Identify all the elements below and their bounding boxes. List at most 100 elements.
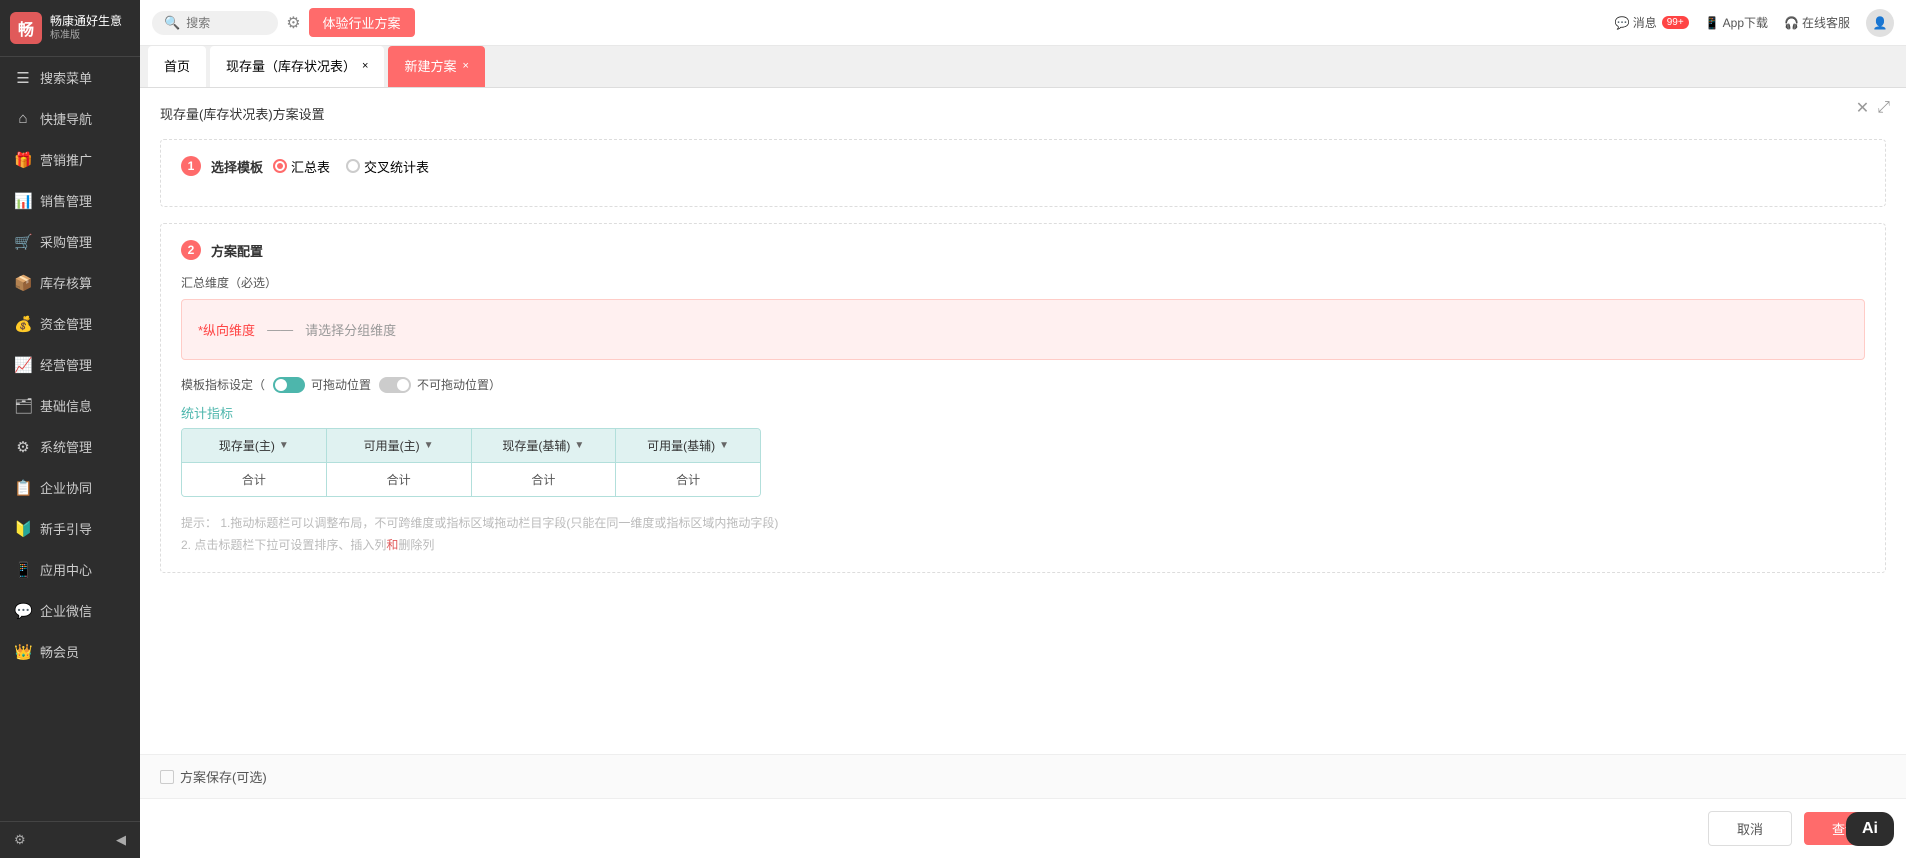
topbar: 🔍 ⚙ 体验行业方案 💬 消息 99+ 📱 App下载 🎧 在线客服 👤	[140, 0, 1906, 46]
nav-icon-app-center: 📱	[14, 561, 32, 579]
nav-label-inventory: 库存核算	[40, 273, 92, 292]
stat-table: 现存量(主) ▼可用量(主) ▼现存量(基辅) ▼可用量(基辅) ▼ 合计合计合…	[181, 428, 761, 497]
nav-icon-quick-nav: ⌂	[14, 110, 32, 127]
tab-close-new-scheme[interactable]: ×	[462, 60, 468, 72]
save-checkbox[interactable]	[160, 770, 174, 784]
nav-label-member: 畅会员	[40, 642, 79, 661]
section-2-title: 方案配置	[211, 241, 263, 260]
tab-home[interactable]: 首页	[148, 46, 206, 87]
trial-btn[interactable]: 体验行业方案	[309, 8, 415, 37]
app-download-btn[interactable]: 📱 App下载	[1705, 14, 1768, 31]
nav-label-finance: 资金管理	[40, 314, 92, 333]
sidebar-nav: ☰ 搜索菜单⌂ 快捷导航🎁 营销推广📊 销售管理🛒 采购管理📦 库存核算💰 资金…	[0, 57, 140, 821]
sidebar-item-quick-nav[interactable]: ⌂ 快捷导航	[0, 98, 140, 139]
radio-summary[interactable]: 汇总表	[273, 157, 330, 176]
stat-cell-0: 合计	[182, 463, 327, 496]
message-btn[interactable]: 💬 消息 99+	[1615, 14, 1689, 31]
settings-icon[interactable]: ⚙	[286, 13, 300, 33]
stat-col-header-0[interactable]: 现存量(主) ▼	[182, 429, 327, 462]
stat-col-label-0: 现存量(主)	[219, 437, 275, 454]
bottom-bar: 方案保存(可选)	[140, 754, 1906, 798]
section-1-header: 1 选择模板 汇总表交叉统计表	[181, 156, 1865, 176]
save-checkbox-item[interactable]: 方案保存(可选)	[160, 767, 267, 786]
sidebar-item-inventory[interactable]: 📦 库存核算	[0, 262, 140, 303]
app-logo-text: 畅康通好生意 标准版	[50, 14, 122, 43]
radio-label-cross: 交叉统计表	[364, 157, 429, 176]
content-scroll: ✕ ⤢ 现存量(库存状况表)方案设置 1 选择模板 汇总表交叉统计表 2 方案配…	[140, 88, 1906, 858]
tab-inventory[interactable]: 现存量（库存状况表）×	[210, 46, 384, 87]
sidebar-item-app-center[interactable]: 📱 应用中心	[0, 549, 140, 590]
radio-dot-cross	[346, 159, 360, 173]
ai-bubble[interactable]: Ai	[1846, 812, 1894, 846]
tab-new-scheme[interactable]: 新建方案 ×	[388, 46, 484, 87]
sidebar-item-finance[interactable]: 💰 资金管理	[0, 303, 140, 344]
sidebar-item-guide[interactable]: 🔰 新手引导	[0, 508, 140, 549]
section-1-title: 选择模板	[211, 157, 263, 176]
stat-col-label-3: 可用量(基辅)	[647, 437, 715, 454]
expand-panel-icon[interactable]: ⤢	[1877, 99, 1890, 117]
template-radio-group: 汇总表 交叉统计表	[273, 157, 429, 176]
nav-icon-wechat: 💬	[14, 602, 32, 620]
sidebar-item-marketing[interactable]: 🎁 营销推广	[0, 139, 140, 180]
sidebar-item-search-menu[interactable]: ☰ 搜索菜单	[0, 57, 140, 98]
tip-line: 提示： 1.拖动标题栏可以调整布局，不可跨维度或指标区域拖动栏目字段(只能在同一…	[181, 513, 1865, 535]
stat-col-header-2[interactable]: 现存量(基辅) ▼	[472, 429, 617, 462]
stat-col-header-1[interactable]: 可用量(主) ▼	[327, 429, 472, 462]
user-avatar[interactable]: 👤	[1866, 9, 1894, 37]
stat-col-chevron-1[interactable]: ▼	[424, 440, 434, 451]
indicator-label-text: 模板指标设定（	[181, 376, 265, 393]
nav-icon-basic-info: 🗂	[14, 397, 32, 415]
aggregate-label: 汇总维度（必选）	[181, 274, 1865, 291]
footer-buttons: 取消 查询	[140, 798, 1906, 858]
search-icon: 🔍	[164, 15, 180, 31]
nav-label-quick-nav: 快捷导航	[40, 109, 92, 128]
section-2: 2 方案配置 汇总维度（必选） *纵向维度 —— 请选择分组维度 模板指标设定（	[160, 223, 1886, 573]
sidebar-item-purchase[interactable]: 🛒 采购管理	[0, 221, 140, 262]
online-service-btn[interactable]: 🎧 在线客服	[1784, 14, 1850, 31]
sidebar-item-sales[interactable]: 📊 销售管理	[0, 180, 140, 221]
dimension-placeholder[interactable]: 请选择分组维度	[305, 320, 396, 339]
stat-col-chevron-0[interactable]: ▼	[279, 440, 289, 451]
tab-close-inventory[interactable]: ×	[362, 60, 368, 72]
section-2-header: 2 方案配置	[181, 240, 1865, 260]
close-panel-icon[interactable]: ✕	[1856, 98, 1869, 118]
section-2-num: 2	[181, 240, 201, 260]
nav-icon-marketing: 🎁	[14, 151, 32, 169]
stat-col-header-3[interactable]: 可用量(基辅) ▼	[616, 429, 760, 462]
stat-cell-1: 合计	[327, 463, 472, 496]
headset-icon: 🎧	[1784, 16, 1799, 30]
sidebar: 畅 畅康通好生意 标准版 ☰ 搜索菜单⌂ 快捷导航🎁 营销推广📊 销售管理🛒 采…	[0, 0, 140, 858]
sidebar-logo: 畅 畅康通好生意 标准版	[0, 0, 140, 57]
main-area: 🔍 ⚙ 体验行业方案 💬 消息 99+ 📱 App下载 🎧 在线客服 👤	[140, 0, 1906, 858]
nav-label-search-menu: 搜索菜单	[40, 68, 92, 87]
stat-col-chevron-3[interactable]: ▼	[719, 440, 729, 451]
toggle-off[interactable]: 不可拖动位置）	[379, 376, 501, 393]
sidebar-item-wechat[interactable]: 💬 企业微信	[0, 590, 140, 631]
nav-icon-member: 👑	[14, 643, 32, 661]
sidebar-item-agreement[interactable]: 📋 企业协同	[0, 467, 140, 508]
content-area: ✕ ⤢ 现存量(库存状况表)方案设置 1 选择模板 汇总表交叉统计表 2 方案配…	[140, 88, 1906, 754]
sidebar-item-operations[interactable]: 📈 经营管理	[0, 344, 140, 385]
cancel-button[interactable]: 取消	[1708, 811, 1792, 846]
nav-label-sales: 销售管理	[40, 191, 92, 210]
search-box[interactable]: 🔍	[152, 11, 278, 35]
toggle-on[interactable]: 可拖动位置	[273, 376, 371, 393]
stat-col-chevron-2[interactable]: ▼	[574, 440, 584, 451]
nav-label-app-center: 应用中心	[40, 560, 92, 579]
stat-col-label-2: 现存量(基辅)	[502, 437, 570, 454]
nav-icon-operations: 📈	[14, 356, 32, 374]
sidebar-item-member[interactable]: 👑 畅会员	[0, 631, 140, 672]
collapse-icon[interactable]: ◀	[116, 832, 126, 848]
tab-label-new-scheme: 新建方案	[404, 56, 456, 75]
settings-icon[interactable]: ⚙	[14, 832, 26, 848]
radio-cross[interactable]: 交叉统计表	[346, 157, 429, 176]
tab-label-home: 首页	[164, 56, 190, 75]
topbar-right: 💬 消息 99+ 📱 App下载 🎧 在线客服 👤	[1615, 9, 1894, 37]
nav-icon-guide: 🔰	[14, 520, 32, 538]
sidebar-item-system[interactable]: ⚙ 系统管理	[0, 426, 140, 467]
sidebar-item-basic-info[interactable]: 🗂 基础信息	[0, 385, 140, 426]
dimension-area: *纵向维度 —— 请选择分组维度	[181, 299, 1865, 360]
search-input[interactable]	[186, 16, 266, 30]
tip-line: 2. 点击标题栏下拉可设置排序、插入列和删除列	[181, 535, 1865, 557]
nav-icon-search-menu: ☰	[14, 69, 32, 87]
